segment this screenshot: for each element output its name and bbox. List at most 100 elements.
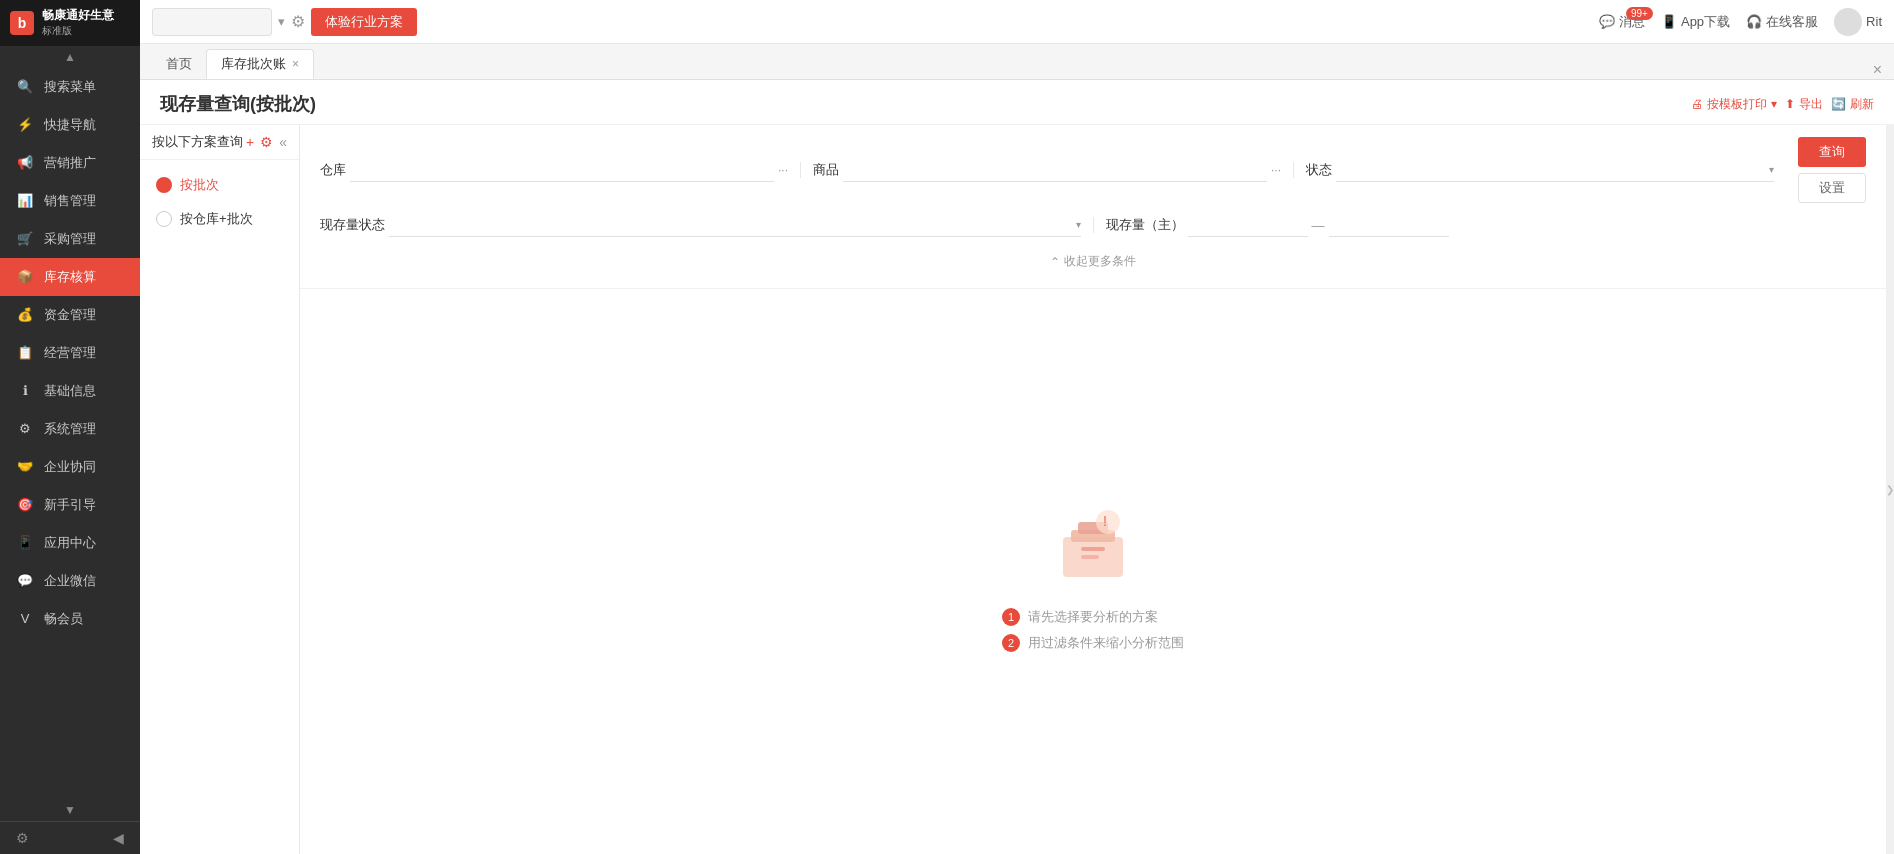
sidebar-item-system[interactable]: ⚙ 系统管理: [0, 410, 140, 448]
export-label: 导出: [1799, 96, 1823, 113]
filter-warehouse: 仓库 ···: [320, 158, 788, 182]
vip-icon: V: [16, 610, 34, 628]
sidebar-item-operations[interactable]: 📋 经营管理: [0, 334, 140, 372]
tab-close-icon[interactable]: ×: [292, 57, 299, 71]
print-button[interactable]: 🖨 按模板打印 ▾: [1691, 96, 1777, 113]
stock-status-select[interactable]: [389, 213, 1076, 236]
sidebar-item-label: 快捷导航: [44, 116, 96, 134]
tab-inventory-batch[interactable]: 库存批次账 ×: [206, 49, 314, 79]
settings-scheme-icon[interactable]: ⚙: [260, 134, 273, 150]
message-button[interactable]: 💬 消息 99+: [1599, 13, 1645, 31]
sidebar-scroll-up[interactable]: ▲: [0, 46, 140, 68]
refresh-button[interactable]: 🔄 刷新: [1831, 96, 1874, 113]
tab-home[interactable]: 首页: [152, 49, 206, 79]
print-dropdown-icon[interactable]: ▾: [1771, 97, 1777, 111]
export-button[interactable]: ⬆ 导出: [1785, 96, 1823, 113]
empty-tips: 1 请先选择要分析的方案 2 用过滤条件来缩小分析范围: [1002, 608, 1184, 652]
empty-tip-1: 1 请先选择要分析的方案: [1002, 608, 1184, 626]
scheme-item-batch[interactable]: 按批次: [140, 168, 299, 202]
sidebar-item-vip[interactable]: V 畅会员: [0, 600, 140, 638]
scheme-inactive-indicator: [156, 211, 172, 227]
filter-status: 状态 ▾: [1306, 158, 1774, 182]
product-input[interactable]: [843, 158, 1267, 182]
sidebar-item-label: 经营管理: [44, 344, 96, 362]
app-edition: 标准版: [42, 24, 114, 38]
topbar-gear-icon[interactable]: ⚙: [291, 12, 305, 31]
sidebar-item-label: 销售管理: [44, 192, 96, 210]
stock-qty-max-input[interactable]: [1329, 213, 1449, 237]
filter-collapse-button[interactable]: ⌃ 收起更多条件: [320, 247, 1866, 276]
tabbar: 首页 库存批次账 × ×: [140, 44, 1894, 80]
page-header: 现存量查询(按批次) 🖨 按模板打印 ▾ ⬆ 导出 🔄 刷新: [140, 80, 1894, 125]
topbar-right: 💬 消息 99+ 📱 App下载 🎧 在线客服 Rit: [1599, 8, 1882, 36]
collapse-up-icon: ⌃: [1050, 255, 1060, 269]
right-scroll-handle[interactable]: ❯: [1886, 125, 1894, 854]
search-dropdown-icon[interactable]: ▾: [278, 14, 285, 29]
company-name: 畅康通好生意: [42, 8, 114, 24]
scheme-item-warehouse-batch[interactable]: 按仓库+批次: [140, 202, 299, 236]
sidebar-scroll-down[interactable]: ▼: [0, 799, 140, 821]
sidebar-item-enterprise[interactable]: 🤝 企业协同: [0, 448, 140, 486]
sidebar-item-purchase[interactable]: 🛒 采购管理: [0, 220, 140, 258]
tabbar-close-button[interactable]: ×: [1873, 61, 1882, 79]
wechat-icon: 💬: [16, 572, 34, 590]
sidebar-item-label: 采购管理: [44, 230, 96, 248]
refresh-icon: 🔄: [1831, 97, 1846, 111]
sidebar-item-basic[interactable]: ℹ 基础信息: [0, 372, 140, 410]
sidebar-item-label: 营销推广: [44, 154, 96, 172]
stock-status-select-wrap: ▾: [389, 213, 1081, 237]
sidebar-item-appstore[interactable]: 📱 应用中心: [0, 524, 140, 562]
empty-icon: !: [1043, 492, 1143, 592]
collapse-panel-icon[interactable]: «: [279, 134, 287, 150]
scheme-list: 按批次 按仓库+批次: [140, 160, 299, 244]
sidebar-item-quicknav[interactable]: ⚡ 快捷导航: [0, 106, 140, 144]
sidebar-item-marketing[interactable]: 📢 营销推广: [0, 144, 140, 182]
left-panel: 按以下方案查询 + ⚙ « 按批次 按仓库+批次: [140, 125, 300, 854]
quicknav-icon: ⚡: [16, 116, 34, 134]
filter-stock-status: 现存量状态 ▾: [320, 213, 1081, 237]
customer-service-button[interactable]: 🎧 在线客服: [1746, 13, 1818, 31]
sidebar-item-search[interactable]: 🔍 搜索菜单: [0, 68, 140, 106]
add-scheme-icon[interactable]: +: [246, 134, 254, 150]
topbar-left: ▾ ⚙ 体验行业方案: [152, 8, 1591, 36]
sidebar-item-newbie[interactable]: 🎯 新手引导: [0, 486, 140, 524]
message-icon: 💬: [1599, 14, 1615, 29]
empty-tip-2: 2 用过滤条件来缩小分析范围: [1002, 634, 1184, 652]
sidebar-item-finance[interactable]: 💰 资金管理: [0, 296, 140, 334]
enterprise-icon: 🤝: [16, 458, 34, 476]
message-badge: 99+: [1626, 7, 1653, 20]
query-button[interactable]: 查询: [1798, 137, 1866, 167]
page-title: 现存量查询(按批次): [160, 92, 316, 116]
experience-button[interactable]: 体验行业方案: [311, 8, 417, 36]
sidebar-settings-icon[interactable]: ⚙: [16, 830, 29, 846]
app-icon: 📱: [1661, 14, 1677, 29]
user-name: Rit: [1866, 14, 1882, 29]
app-download-button[interactable]: 📱 App下载: [1661, 13, 1730, 31]
filter-product: 商品 ···: [813, 158, 1281, 182]
sidebar-item-inventory[interactable]: 📦 库存核算: [0, 258, 140, 296]
scheme-active-indicator: [156, 177, 172, 193]
settings-button[interactable]: 设置: [1798, 173, 1866, 203]
svg-rect-3: [1081, 547, 1105, 551]
stock-qty-min-input[interactable]: [1188, 213, 1308, 237]
product-more[interactable]: ···: [1267, 163, 1281, 177]
sidebar-item-label: 基础信息: [44, 382, 96, 400]
print-icon: 🖨: [1691, 97, 1703, 111]
status-chevron-icon: ▾: [1769, 164, 1774, 175]
status-label: 状态: [1306, 161, 1336, 179]
sidebar-item-label: 系统管理: [44, 420, 96, 438]
warehouse-input[interactable]: [350, 158, 774, 182]
sidebar-item-wechat[interactable]: 💬 企业微信: [0, 562, 140, 600]
status-select[interactable]: [1336, 158, 1769, 181]
app-label: App下载: [1681, 13, 1730, 31]
app-logo: b: [10, 11, 34, 35]
sidebar-item-label: 新手引导: [44, 496, 96, 514]
export-icon: ⬆: [1785, 97, 1795, 111]
warehouse-more[interactable]: ···: [774, 163, 788, 177]
stock-status-chevron-icon: ▾: [1076, 219, 1081, 230]
warehouse-label: 仓库: [320, 161, 350, 179]
user-info[interactable]: Rit: [1834, 8, 1882, 36]
sidebar-collapse-icon[interactable]: ◀: [113, 830, 124, 846]
sidebar-item-sales[interactable]: 📊 销售管理: [0, 182, 140, 220]
body-layout: 按以下方案查询 + ⚙ « 按批次 按仓库+批次: [140, 125, 1894, 854]
